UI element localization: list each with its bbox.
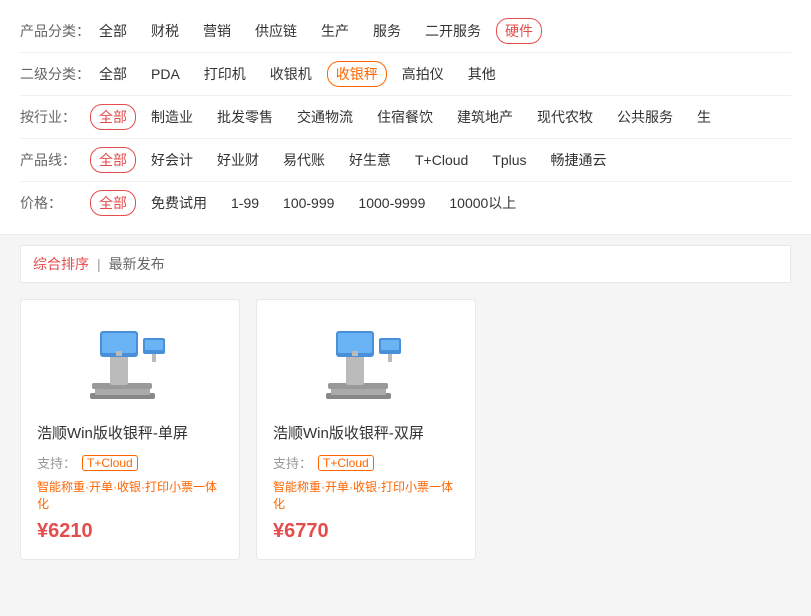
industry-wholesale[interactable]: 批发零售	[208, 104, 282, 130]
category-finance[interactable]: 财税	[142, 18, 188, 44]
category-supply[interactable]: 供应链	[246, 18, 306, 44]
industry-items: 全部 制造业 批发零售 交通物流 住宿餐饮 建筑地产 现代农牧 公共服务 生	[90, 104, 720, 130]
price-filter-row: 价格： 全部 免费试用 1-99 100-999 1000-9999 10000…	[20, 182, 791, 224]
price-1-99[interactable]: 1-99	[222, 192, 268, 214]
sort-divider: |	[97, 256, 101, 272]
subcategory-cashregister[interactable]: 收银机	[261, 61, 321, 87]
productline-tplus[interactable]: Tplus	[483, 149, 535, 171]
product-image-2	[273, 320, 459, 410]
product-card-2[interactable]: 浩顺Win版收银秤-双屏 支持： T+Cloud 智能称重·开单·收银·打印小票…	[256, 299, 476, 560]
pos-machine-icon-1	[80, 323, 180, 408]
price-all[interactable]: 全部	[90, 190, 136, 216]
product-name-2: 浩顺Win版收银秤-双屏	[273, 422, 459, 443]
productline-tcloud[interactable]: T+Cloud	[406, 149, 477, 171]
productline-hss[interactable]: 好生意	[340, 147, 400, 173]
industry-hospitality[interactable]: 住宿餐饮	[368, 104, 442, 130]
sort-latest[interactable]: 最新发布	[109, 254, 165, 274]
category-filter-row: 产品分类： 全部 财税 营销 供应链 生产 服务 二开服务 硬件	[20, 10, 791, 53]
productline-jjty[interactable]: 畅捷通云	[542, 147, 616, 173]
category-hardware[interactable]: 硬件	[496, 18, 542, 44]
product-desc-2: 智能称重·开单·收银·打印小票一体化	[273, 478, 459, 512]
industry-bio[interactable]: 生	[688, 104, 720, 130]
product-image-1	[37, 320, 223, 410]
filter-section: 产品分类： 全部 财税 营销 供应链 生产 服务 二开服务 硬件 二级分类： 全…	[0, 0, 811, 235]
subcategory-highcam[interactable]: 高拍仪	[393, 61, 453, 87]
industry-construction[interactable]: 建筑地产	[448, 104, 522, 130]
subcategory-pda[interactable]: PDA	[142, 63, 189, 85]
productline-filter-row: 产品线： 全部 好会计 好业财 易代账 好生意 T+Cloud Tplus 畅捷…	[20, 139, 791, 182]
productline-hkj[interactable]: 好会计	[142, 147, 202, 173]
product-support-1: 支持： T+Cloud	[37, 453, 223, 472]
price-free[interactable]: 免费试用	[142, 190, 216, 216]
subcategory-all[interactable]: 全部	[90, 61, 136, 87]
subcategory-filter-row: 二级分类： 全部 PDA 打印机 收银机 收银秤 高拍仪 其他	[20, 53, 791, 96]
productline-items: 全部 好会计 好业财 易代账 好生意 T+Cloud Tplus 畅捷通云	[90, 147, 616, 173]
subcategory-label: 二级分类：	[20, 64, 90, 84]
sort-comprehensive[interactable]: 综合排序	[33, 254, 89, 274]
industry-transport[interactable]: 交通物流	[288, 104, 362, 130]
industry-all[interactable]: 全部	[90, 104, 136, 130]
subcategory-items: 全部 PDA 打印机 收银机 收银秤 高拍仪 其他	[90, 61, 505, 87]
industry-label: 按行业：	[20, 107, 90, 127]
productline-all[interactable]: 全部	[90, 147, 136, 173]
product-grid: 浩顺Win版收银秤-单屏 支持： T+Cloud 智能称重·开单·收银·打印小票…	[0, 283, 811, 576]
sort-bar: 综合排序 | 最新发布	[20, 245, 791, 283]
price-label: 价格：	[20, 193, 90, 213]
productline-label: 产品线：	[20, 150, 90, 170]
category-all[interactable]: 全部	[90, 18, 136, 44]
product-desc-1: 智能称重·开单·收银·打印小票一体化	[37, 478, 223, 512]
subcategory-cashscale[interactable]: 收银秤	[327, 61, 387, 87]
productline-ydz[interactable]: 易代账	[274, 147, 334, 173]
industry-agriculture[interactable]: 现代农牧	[528, 104, 602, 130]
support-tag-2: T+Cloud	[318, 455, 374, 471]
price-items: 全部 免费试用 1-99 100-999 1000-9999 10000以上	[90, 190, 525, 216]
product-price-2: ¥6770	[273, 520, 459, 543]
price-100-999[interactable]: 100-999	[274, 192, 343, 214]
category-label: 产品分类：	[20, 21, 90, 41]
support-label-2: 支持：	[273, 453, 312, 472]
support-label-1: 支持：	[37, 453, 76, 472]
subcategory-other[interactable]: 其他	[459, 61, 505, 87]
category-service[interactable]: 服务	[364, 18, 410, 44]
price-10000plus[interactable]: 10000以上	[440, 190, 525, 216]
category-production[interactable]: 生产	[312, 18, 358, 44]
product-support-2: 支持： T+Cloud	[273, 453, 459, 472]
industry-manufacturing[interactable]: 制造业	[142, 104, 202, 130]
category-items: 全部 财税 营销 供应链 生产 服务 二开服务 硬件	[90, 18, 542, 44]
productline-hyc[interactable]: 好业财	[208, 147, 268, 173]
pos-machine-icon-2	[316, 323, 416, 408]
industry-filter-row: 按行业： 全部 制造业 批发零售 交通物流 住宿餐饮 建筑地产 现代农牧 公共服…	[20, 96, 791, 139]
category-marketing[interactable]: 营销	[194, 18, 240, 44]
product-card-1[interactable]: 浩顺Win版收银秤-单屏 支持： T+Cloud 智能称重·开单·收银·打印小票…	[20, 299, 240, 560]
price-1000-9999[interactable]: 1000-9999	[349, 192, 434, 214]
product-name-1: 浩顺Win版收银秤-单屏	[37, 422, 223, 443]
support-tag-1: T+Cloud	[82, 455, 138, 471]
product-price-1: ¥6210	[37, 520, 223, 543]
category-open[interactable]: 二开服务	[416, 18, 490, 44]
subcategory-printer[interactable]: 打印机	[195, 61, 255, 87]
industry-public[interactable]: 公共服务	[608, 104, 682, 130]
